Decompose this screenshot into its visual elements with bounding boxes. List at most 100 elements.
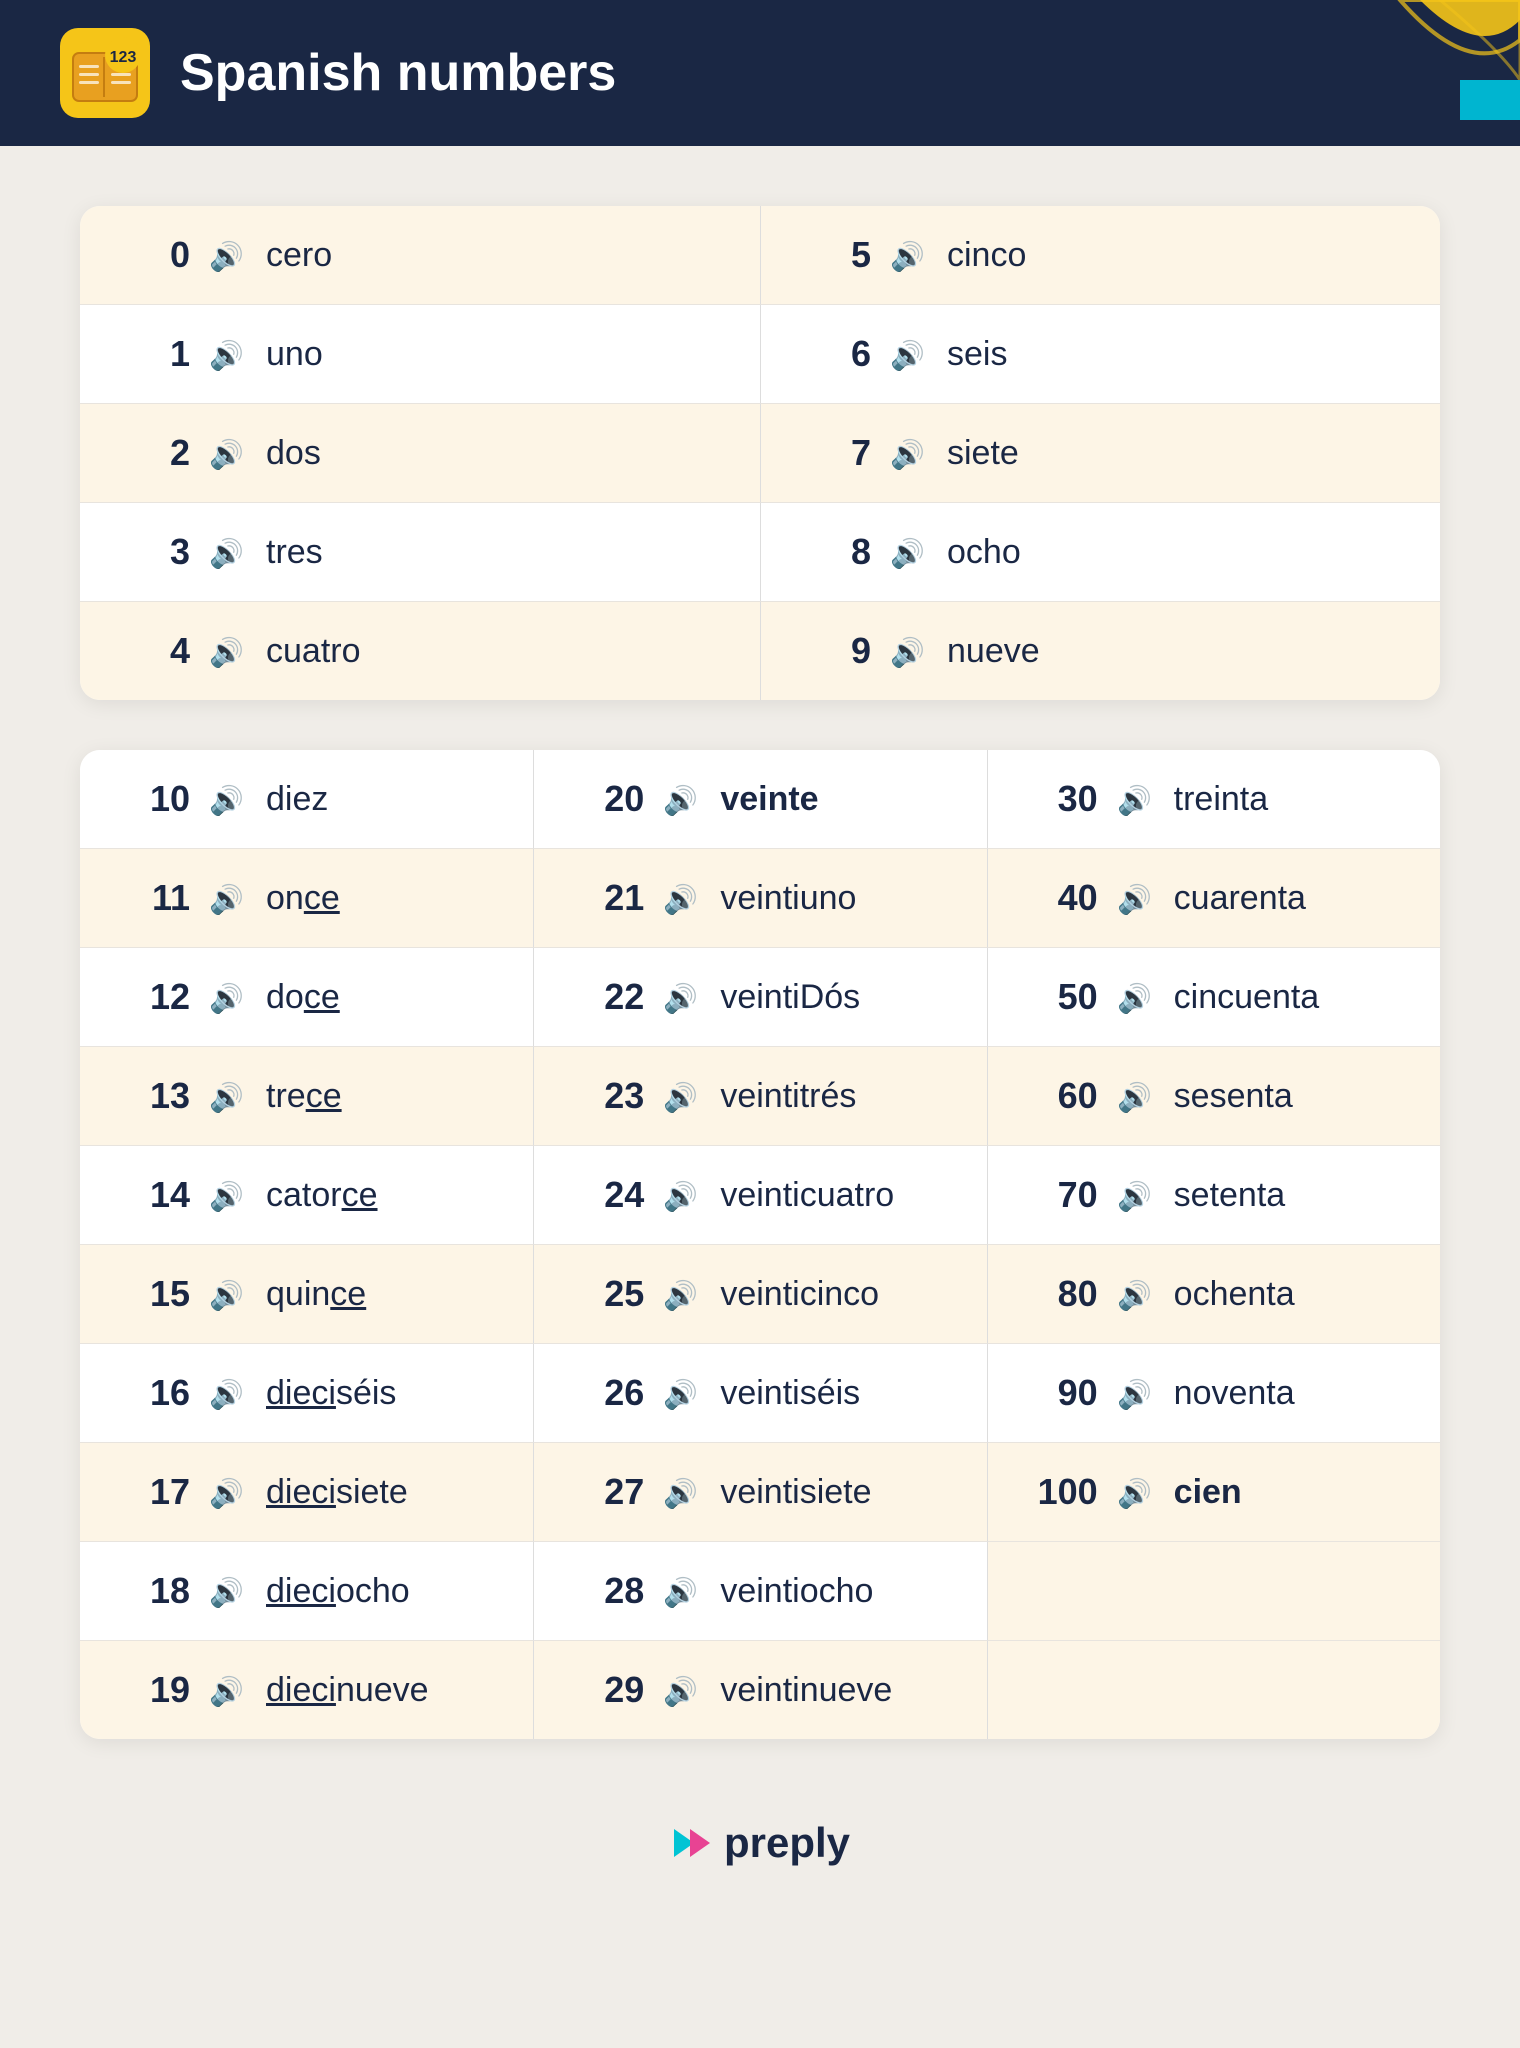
sound-icon-29[interactable]: 🔊: [662, 1672, 702, 1708]
number-5: 5: [801, 234, 871, 276]
table-row-empty: [987, 1641, 1440, 1739]
table-row: 11 🔊 once: [80, 849, 533, 948]
table-row: 16 🔊 dieciséis: [80, 1344, 533, 1443]
sound-icon-70[interactable]: 🔊: [1116, 1177, 1156, 1213]
sound-icon-21[interactable]: 🔊: [662, 880, 702, 916]
svg-text:🔊: 🔊: [663, 1080, 698, 1113]
content: 0 🔊 cero 5 🔊 cinco 1 🔊 uno: [0, 146, 1520, 1779]
table-row: 12 🔊 doce: [80, 948, 533, 1047]
sound-icon-16[interactable]: 🔊: [208, 1375, 248, 1411]
table-10-100: 10 🔊 diez 20 🔊 veinte 30 🔊 treinta: [80, 750, 1440, 1739]
svg-text:🔊: 🔊: [663, 882, 698, 915]
svg-text:🔊: 🔊: [663, 1179, 698, 1212]
number-17: 17: [120, 1471, 190, 1513]
logo-container: 123: [60, 28, 150, 118]
table-row: 21 🔊 veintiuno: [533, 849, 986, 948]
svg-text:🔊: 🔊: [209, 239, 244, 272]
table-row: 40 🔊 cuarenta: [987, 849, 1440, 948]
svg-text:🔊: 🔊: [890, 536, 925, 569]
svg-text:🔊: 🔊: [1117, 981, 1152, 1014]
sound-icon-60[interactable]: 🔊: [1116, 1078, 1156, 1114]
sound-icon-24[interactable]: 🔊: [662, 1177, 702, 1213]
sound-icon-23[interactable]: 🔊: [662, 1078, 702, 1114]
sound-icon-27[interactable]: 🔊: [662, 1474, 702, 1510]
number-14: 14: [120, 1174, 190, 1216]
number-13: 13: [120, 1075, 190, 1117]
sound-icon-25[interactable]: 🔊: [662, 1276, 702, 1312]
svg-text:🔊: 🔊: [890, 338, 925, 371]
sound-icon-90[interactable]: 🔊: [1116, 1375, 1156, 1411]
word-veinticuatro: veinticuatro: [720, 1176, 894, 1215]
sound-icon-80[interactable]: 🔊: [1116, 1276, 1156, 1312]
sound-icon-26[interactable]: 🔊: [662, 1375, 702, 1411]
table-row: 13 🔊 trece: [80, 1047, 533, 1146]
sound-icon-3[interactable]: 🔊: [208, 534, 248, 570]
word-veinticinco: veinticinco: [720, 1275, 879, 1314]
sound-icon-6[interactable]: 🔊: [889, 336, 929, 372]
sound-icon-7[interactable]: 🔊: [889, 435, 929, 471]
sound-icon-5[interactable]: 🔊: [889, 237, 929, 273]
sound-icon-13[interactable]: 🔊: [208, 1078, 248, 1114]
number-1: 1: [120, 333, 190, 375]
sound-icon-100[interactable]: 🔊: [1116, 1474, 1156, 1510]
word-cero: cero: [266, 236, 332, 275]
sound-icon-9[interactable]: 🔊: [889, 633, 929, 669]
table-row: 23 🔊 veintitrés: [533, 1047, 986, 1146]
sound-icon-28[interactable]: 🔊: [662, 1573, 702, 1609]
word-catorce: catorce: [266, 1176, 378, 1215]
sound-icon-4[interactable]: 🔊: [208, 633, 248, 669]
number-23: 23: [574, 1075, 644, 1117]
table-row: 17 🔊 diecisiete: [80, 1443, 533, 1542]
svg-text:🔊: 🔊: [209, 981, 244, 1014]
number-9: 9: [801, 630, 871, 672]
sound-icon-30[interactable]: 🔊: [1116, 781, 1156, 817]
sound-icon-11[interactable]: 🔊: [208, 880, 248, 916]
table-row: 15 🔊 quince: [80, 1245, 533, 1344]
number-25: 25: [574, 1273, 644, 1315]
table-row: 29 🔊 veintinueve: [533, 1641, 986, 1739]
table-row: 2 🔊 dos: [80, 404, 760, 503]
svg-text:🔊: 🔊: [890, 239, 925, 272]
sound-icon-19[interactable]: 🔊: [208, 1672, 248, 1708]
sound-icon-15[interactable]: 🔊: [208, 1276, 248, 1312]
sound-icon-2[interactable]: 🔊: [208, 435, 248, 471]
number-50: 50: [1028, 976, 1098, 1018]
word-once: once: [266, 879, 340, 918]
svg-text:🔊: 🔊: [209, 882, 244, 915]
sound-icon-40[interactable]: 🔊: [1116, 880, 1156, 916]
svg-text:🔊: 🔊: [663, 1476, 698, 1509]
sound-icon-50[interactable]: 🔊: [1116, 979, 1156, 1015]
svg-text:🔊: 🔊: [663, 981, 698, 1014]
sound-icon-18[interactable]: 🔊: [208, 1573, 248, 1609]
word-dos: dos: [266, 434, 321, 473]
table-row: 60 🔊 sesenta: [987, 1047, 1440, 1146]
preply-brand: preply: [724, 1819, 850, 1867]
table-row: 26 🔊 veintiséis: [533, 1344, 986, 1443]
svg-text:🔊: 🔊: [209, 1476, 244, 1509]
word-veintiseis: veintiséis: [720, 1374, 860, 1413]
table-row: 25 🔊 veinticinco: [533, 1245, 986, 1344]
svg-text:🔊: 🔊: [1117, 1278, 1152, 1311]
sound-icon-8[interactable]: 🔊: [889, 534, 929, 570]
number-30: 30: [1028, 778, 1098, 820]
sound-icon-17[interactable]: 🔊: [208, 1474, 248, 1510]
table-row: 20 🔊 veinte: [533, 750, 986, 849]
sound-icon-12[interactable]: 🔊: [208, 979, 248, 1015]
sound-icon-20[interactable]: 🔊: [662, 781, 702, 817]
sound-icon-22[interactable]: 🔊: [662, 979, 702, 1015]
sound-icon-14[interactable]: 🔊: [208, 1177, 248, 1213]
number-2: 2: [120, 432, 190, 474]
number-21: 21: [574, 877, 644, 919]
sound-icon-0[interactable]: 🔊: [208, 237, 248, 273]
sound-icon-1[interactable]: 🔊: [208, 336, 248, 372]
header: 123 Spanish numbers: [0, 0, 1520, 146]
svg-text:🔊: 🔊: [209, 1278, 244, 1311]
svg-text:🔊: 🔊: [209, 536, 244, 569]
word-dieciseis: dieciséis: [266, 1374, 396, 1413]
table-row: 14 🔊 catorce: [80, 1146, 533, 1245]
word-cuatro: cuatro: [266, 632, 361, 671]
svg-text:🔊: 🔊: [209, 1179, 244, 1212]
word-sesenta: sesenta: [1174, 1077, 1293, 1116]
sound-icon-10[interactable]: 🔊: [208, 781, 248, 817]
number-70: 70: [1028, 1174, 1098, 1216]
